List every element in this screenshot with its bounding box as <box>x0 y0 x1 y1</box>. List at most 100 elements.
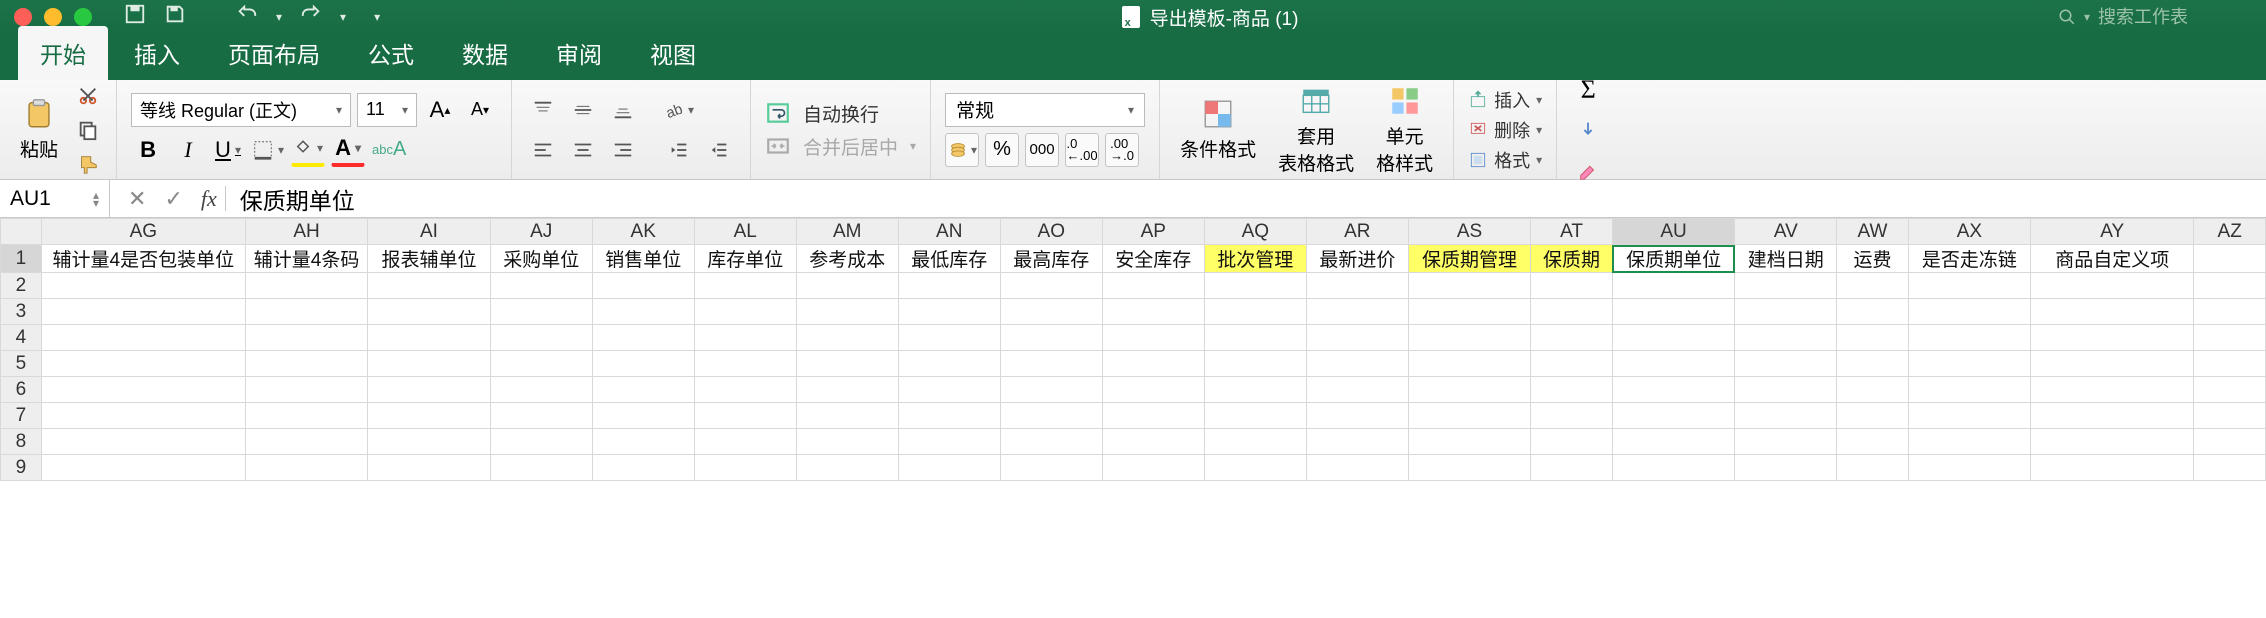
cell[interactable]: 保质期 <box>1531 245 1613 273</box>
cell[interactable] <box>1102 455 1204 481</box>
column-header[interactable]: AO <box>1000 219 1102 245</box>
cell[interactable] <box>2194 299 2266 325</box>
spreadsheet-grid[interactable]: AGAHAIAJAKALAMANAOAPAQARASATAUAVAWAXAYAZ… <box>0 218 2266 481</box>
cell[interactable] <box>898 325 1000 351</box>
cell[interactable] <box>1908 403 2030 429</box>
cell[interactable] <box>592 299 694 325</box>
cell[interactable] <box>41 377 245 403</box>
cell[interactable] <box>41 429 245 455</box>
cell[interactable]: 最高库存 <box>1000 245 1102 273</box>
cell[interactable] <box>245 325 367 351</box>
cell[interactable] <box>1306 403 1408 429</box>
cell[interactable] <box>1837 273 1908 299</box>
cell[interactable]: 库存单位 <box>694 245 796 273</box>
cell[interactable] <box>2194 403 2266 429</box>
column-header[interactable]: AW <box>1837 219 1908 245</box>
column-header[interactable]: AX <box>1908 219 2030 245</box>
cell[interactable] <box>1735 325 1837 351</box>
cell[interactable] <box>898 455 1000 481</box>
cell[interactable] <box>1408 429 1530 455</box>
name-box[interactable]: AU1 ▴▾ <box>0 180 110 217</box>
cell[interactable] <box>1204 455 1306 481</box>
search-dropdown-icon[interactable]: ▾ <box>2084 10 2090 24</box>
row-header[interactable]: 2 <box>1 273 42 299</box>
cell[interactable] <box>1204 299 1306 325</box>
cell[interactable] <box>368 377 490 403</box>
number-format-select[interactable]: 常规▾ <box>945 93 1145 127</box>
column-header[interactable]: AU <box>1612 219 1734 245</box>
autosum-icon[interactable]: Σ <box>1571 73 1605 107</box>
cell[interactable] <box>1735 429 1837 455</box>
cell[interactable] <box>694 351 796 377</box>
cell[interactable] <box>1408 273 1530 299</box>
insert-cells-button[interactable]: 插入▾ <box>1468 87 1542 113</box>
cell[interactable] <box>898 403 1000 429</box>
tab-data[interactable]: 数据 <box>440 26 530 80</box>
cell[interactable]: 保质期管理 <box>1408 245 1530 273</box>
column-header[interactable]: AR <box>1306 219 1408 245</box>
decrease-indent-icon[interactable] <box>662 133 696 167</box>
cell[interactable] <box>1204 403 1306 429</box>
column-header[interactable]: AK <box>592 219 694 245</box>
cell[interactable] <box>1306 351 1408 377</box>
cell[interactable] <box>368 455 490 481</box>
cell[interactable] <box>368 273 490 299</box>
cell[interactable] <box>245 455 367 481</box>
column-header[interactable]: AZ <box>2194 219 2266 245</box>
cell[interactable] <box>245 377 367 403</box>
cell[interactable] <box>2031 455 2194 481</box>
align-bottom-icon[interactable] <box>606 93 640 127</box>
cell[interactable] <box>1000 377 1102 403</box>
cell[interactable] <box>796 403 898 429</box>
cell[interactable] <box>694 403 796 429</box>
minimize-window-icon[interactable] <box>44 8 62 26</box>
currency-icon[interactable]: ▾ <box>945 133 979 167</box>
cell[interactable] <box>1102 273 1204 299</box>
cell[interactable] <box>1837 403 1908 429</box>
cell[interactable] <box>1408 403 1530 429</box>
tab-review[interactable]: 审阅 <box>534 26 624 80</box>
font-name-select[interactable]: 等线 Regular (正文)▾ <box>131 93 351 127</box>
cell[interactable] <box>1531 455 1613 481</box>
cell[interactable] <box>1102 429 1204 455</box>
cell[interactable] <box>368 351 490 377</box>
cell[interactable] <box>2031 377 2194 403</box>
cell[interactable] <box>368 299 490 325</box>
cell[interactable] <box>1000 455 1102 481</box>
cell[interactable] <box>1000 429 1102 455</box>
cell[interactable] <box>898 377 1000 403</box>
cell[interactable] <box>796 377 898 403</box>
italic-button[interactable]: I <box>171 133 205 167</box>
cut-icon[interactable] <box>74 82 102 110</box>
cell[interactable] <box>2194 245 2266 273</box>
cell[interactable] <box>1408 377 1530 403</box>
row-header[interactable]: 4 <box>1 325 42 351</box>
cell[interactable] <box>1612 455 1734 481</box>
cell[interactable] <box>1908 325 2030 351</box>
font-color-button[interactable]: A▾ <box>331 133 365 167</box>
cell[interactable]: 建档日期 <box>1735 245 1837 273</box>
cell[interactable]: 销售单位 <box>592 245 694 273</box>
cell[interactable] <box>694 299 796 325</box>
cell[interactable]: 辅计量4是否包装单位 <box>41 245 245 273</box>
row-header[interactable]: 8 <box>1 429 42 455</box>
cell[interactable] <box>1204 273 1306 299</box>
column-header[interactable]: AP <box>1102 219 1204 245</box>
cell[interactable] <box>1837 377 1908 403</box>
cell[interactable] <box>796 325 898 351</box>
row-header[interactable]: 7 <box>1 403 42 429</box>
column-header[interactable]: AM <box>796 219 898 245</box>
phonetic-guide-button[interactable]: abcA <box>371 133 407 167</box>
cell[interactable]: 是否走冻链 <box>1908 245 2030 273</box>
cell[interactable] <box>1837 455 1908 481</box>
column-header[interactable]: AS <box>1408 219 1530 245</box>
cell[interactable] <box>1102 299 1204 325</box>
cell[interactable] <box>2031 403 2194 429</box>
conditional-formatting-button[interactable]: 条件格式 <box>1174 93 1262 166</box>
cell[interactable] <box>1102 377 1204 403</box>
cell[interactable] <box>41 325 245 351</box>
fill-icon[interactable] <box>1571 113 1605 147</box>
sheet-search-input[interactable] <box>2098 7 2248 28</box>
cell[interactable] <box>1306 429 1408 455</box>
cell[interactable] <box>1531 273 1613 299</box>
